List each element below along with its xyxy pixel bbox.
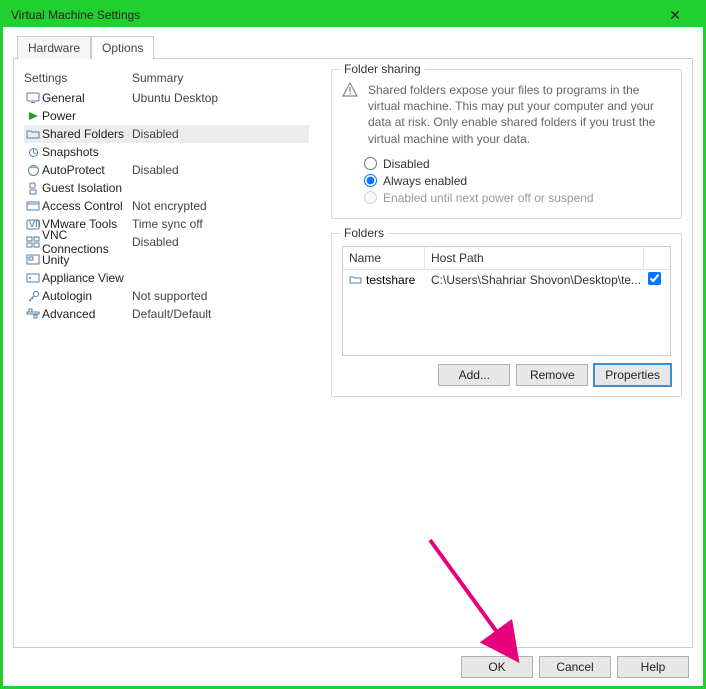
- guest-icon: [24, 182, 42, 195]
- list-item-label: AutoProtect: [42, 163, 132, 177]
- snapshot-icon: [24, 146, 42, 159]
- window-title: Virtual Machine Settings: [11, 8, 655, 22]
- col-host[interactable]: Host Path: [425, 247, 644, 269]
- list-item-label: VNC Connections: [42, 228, 132, 256]
- cancel-button[interactable]: Cancel: [539, 656, 611, 678]
- folder-icon: [24, 128, 42, 140]
- folder-host-cell: C:\Users\Shahriar Shovon\Desktop\te...: [431, 273, 644, 287]
- list-item-summary: Disabled: [132, 163, 179, 177]
- folders-table[interactable]: Name Host Path testshareC:\Users\Shahria…: [342, 246, 671, 356]
- warning-text: Shared folders expose your files to prog…: [342, 82, 671, 147]
- radio-until-poweroff: Enabled until next power off or suspend: [364, 191, 671, 205]
- help-button[interactable]: Help: [617, 656, 689, 678]
- list-item-summary: Disabled: [132, 127, 179, 141]
- tab-strip: Hardware Options: [17, 35, 693, 58]
- list-item-summary: Not encrypted: [132, 199, 207, 213]
- radio-disabled[interactable]: Disabled: [364, 157, 671, 171]
- tab-options[interactable]: Options: [91, 36, 154, 59]
- list-item-general[interactable]: GeneralUbuntu Desktop: [24, 89, 309, 107]
- warning-icon: [342, 82, 360, 147]
- list-item-label: Advanced: [42, 307, 132, 321]
- list-item-label: Appliance View: [42, 271, 132, 285]
- list-item-autoprotect[interactable]: AutoProtectDisabled: [24, 161, 309, 179]
- vnc-icon: [24, 236, 42, 248]
- titlebar: Virtual Machine Settings ✕: [3, 3, 703, 27]
- settings-list: Settings Summary GeneralUbuntu DesktopPo…: [14, 59, 319, 647]
- list-item-label: Snapshots: [42, 145, 132, 159]
- list-item-label: Unity: [42, 253, 132, 267]
- col-enabled: [644, 247, 670, 269]
- list-item-summary: Not supported: [132, 289, 207, 303]
- close-icon[interactable]: ✕: [655, 7, 695, 24]
- list-item-advanced[interactable]: AdvancedDefault/Default: [24, 305, 309, 323]
- folders-thead: Name Host Path: [343, 247, 670, 270]
- col-name[interactable]: Name: [343, 247, 425, 269]
- radio-until-input: [364, 191, 377, 204]
- svg-text:vm: vm: [29, 219, 40, 230]
- general-icon: [24, 92, 42, 104]
- radio-always-enabled[interactable]: Always enabled: [364, 174, 671, 188]
- autoprotect-icon: [24, 164, 42, 177]
- list-item-label: Access Control: [42, 199, 132, 213]
- list-item-vnc-connections[interactable]: VNC ConnectionsDisabled: [24, 233, 309, 251]
- folders-group: Folders Name Host Path testshareC:\Users…: [331, 233, 682, 397]
- list-item-label: General: [42, 91, 132, 105]
- folder-name-cell: testshare: [349, 273, 431, 287]
- list-item-label: Guest Isolation: [42, 181, 132, 195]
- vmtools-icon: vm: [24, 219, 42, 230]
- list-item-summary: Disabled: [132, 235, 179, 249]
- list-item-summary: Default/Default: [132, 307, 211, 321]
- power-icon: [24, 110, 42, 122]
- unity-icon: [24, 254, 42, 266]
- list-item-snapshots[interactable]: Snapshots: [24, 143, 309, 161]
- table-row[interactable]: testshareC:\Users\Shahriar Shovon\Deskto…: [343, 270, 670, 290]
- list-item-label: Shared Folders: [42, 127, 132, 141]
- properties-button[interactable]: Properties: [594, 364, 671, 386]
- radio-disabled-input[interactable]: [364, 157, 377, 170]
- list-item-shared-folders[interactable]: Shared FoldersDisabled: [24, 125, 309, 143]
- list-item-label: Power: [42, 109, 132, 123]
- list-item-autologin[interactable]: AutologinNot supported: [24, 287, 309, 305]
- add-button[interactable]: Add...: [438, 364, 510, 386]
- list-item-unity[interactable]: Unity: [24, 251, 309, 269]
- list-item-guest-isolation[interactable]: Guest Isolation: [24, 179, 309, 197]
- list-item-summary: Time sync off: [132, 217, 203, 231]
- folder-sharing-group: Folder sharing Shared folders expose you…: [331, 69, 682, 219]
- col-summary: Summary: [132, 71, 183, 85]
- advanced-icon: [24, 308, 42, 320]
- list-item-power[interactable]: Power: [24, 107, 309, 125]
- remove-button[interactable]: Remove: [516, 364, 588, 386]
- list-item-summary: Ubuntu Desktop: [132, 91, 218, 105]
- list-item-label: Autologin: [42, 289, 132, 303]
- access-icon: [24, 200, 42, 212]
- folder-enabled-checkbox[interactable]: [644, 272, 664, 288]
- autologin-icon: [24, 290, 42, 303]
- ok-button[interactable]: OK: [461, 656, 533, 678]
- appliance-icon: [24, 272, 42, 284]
- tab-hardware[interactable]: Hardware: [17, 36, 91, 59]
- list-header: Settings Summary: [24, 69, 309, 89]
- col-settings: Settings: [24, 71, 132, 85]
- list-item-access-control[interactable]: Access ControlNot encrypted: [24, 197, 309, 215]
- folders-legend: Folders: [340, 226, 388, 240]
- list-item-appliance-view[interactable]: Appliance View: [24, 269, 309, 287]
- folder-sharing-legend: Folder sharing: [340, 62, 425, 76]
- radio-always-input[interactable]: [364, 174, 377, 187]
